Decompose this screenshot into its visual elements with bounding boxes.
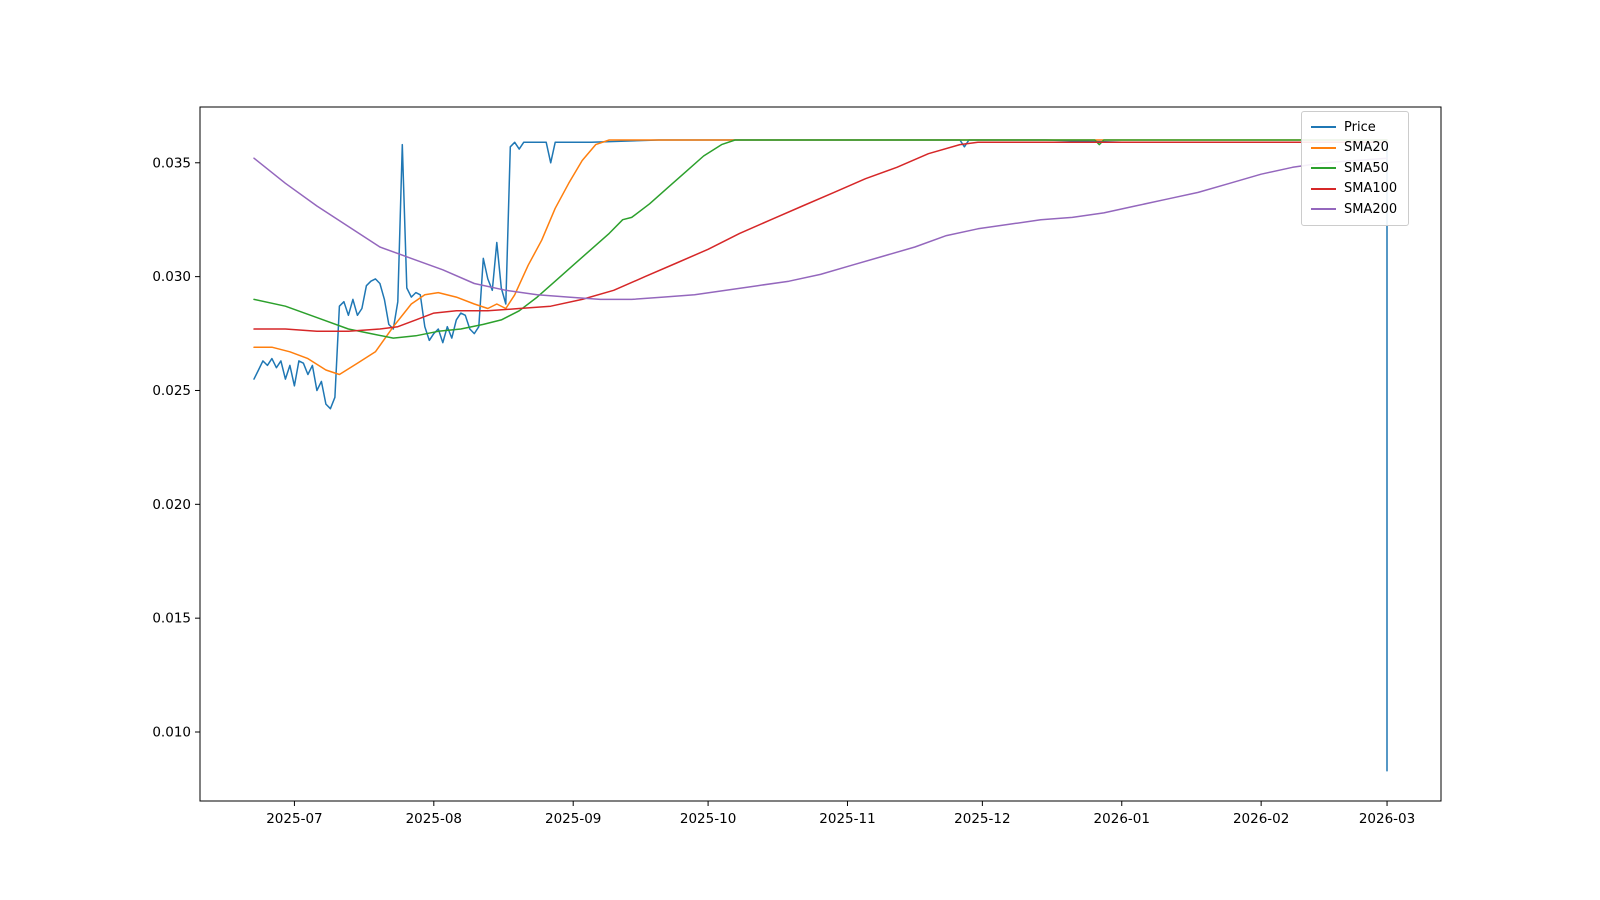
legend-item-sma100: SMA100 xyxy=(1311,179,1400,200)
x-tick-label: 2026-01 xyxy=(1094,811,1150,827)
x-tick-label: 2025-12 xyxy=(954,811,1010,827)
series-line-sma20 xyxy=(253,139,1388,376)
legend-swatch-sma20 xyxy=(1311,146,1336,149)
y-tick-label: 0.010 xyxy=(152,725,191,741)
legend-label-sma200: SMA200 xyxy=(1344,201,1398,217)
x-tick-label: 2025-10 xyxy=(680,811,736,827)
series-line-sma100 xyxy=(253,141,1388,333)
x-tick-label: 2026-03 xyxy=(1359,811,1415,827)
legend-item-sma50: SMA50 xyxy=(1311,158,1400,179)
legend-label-price: Price xyxy=(1344,119,1376,135)
y-tick-label: 0.015 xyxy=(152,611,191,627)
legend: Price SMA20 SMA50 SMA100 SMA200 xyxy=(1301,111,1409,226)
chart-figure: 2025-07 2025-08 2025-09 2025-10 2025-11 2025-… xyxy=(0,0,1600,900)
x-tick-label: 2025-08 xyxy=(406,811,462,827)
legend-swatch-sma200 xyxy=(1311,208,1336,211)
y-tick-label: 0.035 xyxy=(152,155,191,171)
series-line-sma50 xyxy=(253,139,1388,339)
x-tick-label: 2025-11 xyxy=(819,811,875,827)
legend-label-sma50: SMA50 xyxy=(1344,160,1389,176)
x-tick-label: 2025-09 xyxy=(545,811,601,827)
legend-item-sma200: SMA200 xyxy=(1311,199,1400,220)
legend-label-sma20: SMA20 xyxy=(1344,140,1389,156)
plot-area xyxy=(199,106,1442,802)
legend-swatch-sma50 xyxy=(1311,167,1336,170)
legend-swatch-sma100 xyxy=(1311,187,1336,190)
x-tick-label: 2025-07 xyxy=(266,811,322,827)
legend-swatch-price xyxy=(1311,126,1336,129)
x-tick-label: 2026-02 xyxy=(1233,811,1289,827)
y-tick-label: 0.020 xyxy=(152,497,191,513)
legend-item-price: Price xyxy=(1311,117,1400,138)
series-line-sma200 xyxy=(253,157,1388,301)
series-line-price xyxy=(253,139,1388,772)
y-tick-label: 0.030 xyxy=(152,269,191,285)
y-tick-label: 0.025 xyxy=(152,383,191,399)
legend-label-sma100: SMA100 xyxy=(1344,181,1398,197)
legend-item-sma20: SMA20 xyxy=(1311,138,1400,159)
